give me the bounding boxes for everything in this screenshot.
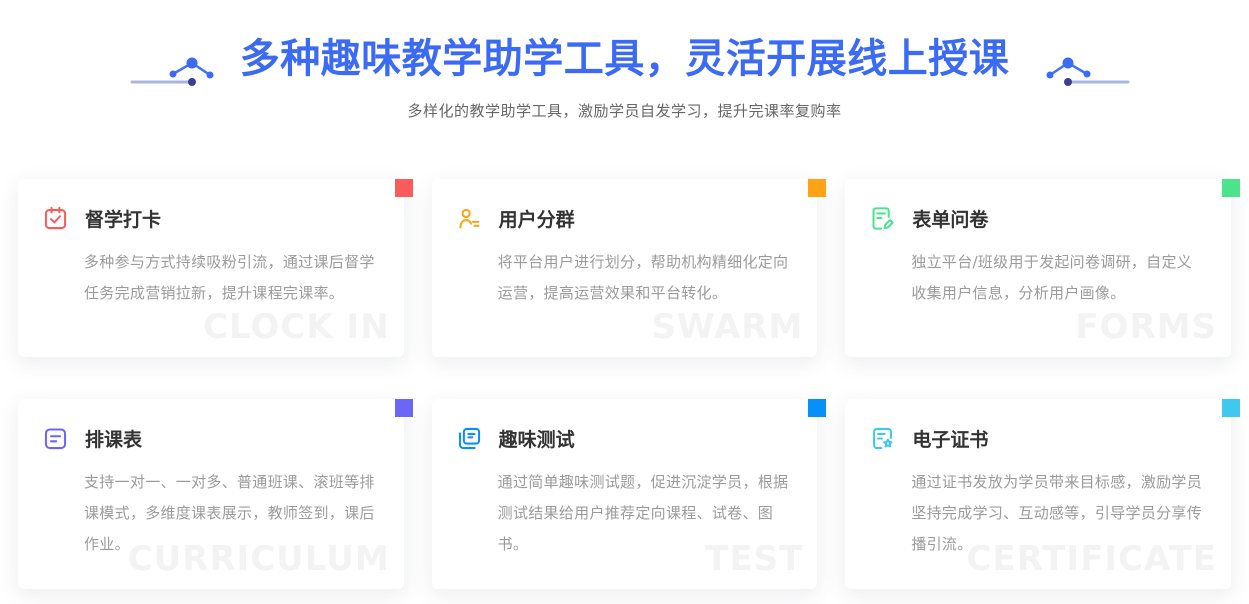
quiz-stack-icon [456, 425, 483, 452]
card-header: 趣味测试 [456, 425, 798, 452]
calendar-check-icon [42, 205, 69, 232]
corner-accent-square [808, 399, 826, 417]
corner-accent-square [395, 179, 413, 197]
card-watermark: CLOCK IN [203, 307, 390, 347]
card-watermark: SWARM [652, 307, 804, 347]
card-header: 用户分群 [456, 205, 798, 232]
card-watermark: FORMS [1075, 307, 1217, 347]
schedule-icon [42, 425, 69, 452]
feature-card-certificate: 电子证书 通过证书发放为学员带来目标感，激励学员坚持完成学习、互动感等，引导学员… [845, 399, 1231, 589]
feature-card-curriculum: 排课表 支持一对一、一对多、普通班课、滚班等排课模式，多维度课表展示，教师签到，… [18, 399, 404, 589]
card-title: 趣味测试 [499, 425, 575, 452]
user-group-icon [456, 205, 483, 232]
card-watermark: TEST [705, 539, 803, 579]
feature-card-clock-in: 督学打卡 多种参与方式持续吸粉引流，通过课后督学任务完成营销拉新，提升课程完课率… [18, 179, 404, 357]
feature-card-forms: 表单问卷 独立平台/班级用于发起问卷调研，自定义收集用户信息，分析用户画像。 F… [845, 179, 1231, 357]
form-pencil-icon [869, 205, 896, 232]
card-header: 排课表 [42, 425, 384, 452]
feature-card-test: 趣味测试 通过简单趣味测试题，促进沉淀学员，根据测试结果给用户推荐定向课程、试卷… [432, 399, 818, 589]
card-title: 用户分群 [499, 205, 575, 232]
feature-card-swarm: 用户分群 将平台用户进行划分，帮助机构精细化定向运营，提高运营效果和平台转化。 … [432, 179, 818, 357]
corner-accent-square [395, 399, 413, 417]
card-header: 督学打卡 [42, 205, 384, 232]
card-watermark: CURRICULUM [128, 539, 390, 579]
corner-accent-square [808, 179, 826, 197]
feature-card-grid: 督学打卡 多种参与方式持续吸粉引流，通过课后督学任务完成营销拉新，提升课程完课率… [0, 179, 1249, 589]
line-chart-decoration-right [1020, 44, 1130, 94]
card-title: 排课表 [85, 425, 142, 452]
card-header: 电子证书 [869, 425, 1211, 452]
card-title: 表单问卷 [912, 205, 988, 232]
line-chart-decoration-left [130, 44, 240, 94]
card-description: 将平台用户进行划分，帮助机构精细化定向运营，提高运营效果和平台转化。 [498, 247, 798, 309]
card-description: 多种参与方式持续吸粉引流，通过课后督学任务完成营销拉新，提升课程完课率。 [84, 247, 384, 309]
card-watermark: CERTIFICATE [966, 539, 1217, 579]
corner-accent-square [1222, 179, 1240, 197]
card-title: 督学打卡 [85, 205, 161, 232]
corner-accent-square [1222, 399, 1240, 417]
card-header: 表单问卷 [869, 205, 1211, 232]
page-subtitle: 多样化的教学助学工具，激励学员自发学习，提升完课率复购率 [0, 100, 1249, 121]
hero-section: 多种趣味教学助学工具，灵活开展线上授课 多样化的教学助学工具，激励学员自发学习，… [0, 0, 1249, 121]
card-description: 独立平台/班级用于发起问卷调研，自定义收集用户信息，分析用户画像。 [911, 247, 1211, 309]
card-title: 电子证书 [912, 425, 988, 452]
certificate-star-icon [869, 425, 896, 452]
